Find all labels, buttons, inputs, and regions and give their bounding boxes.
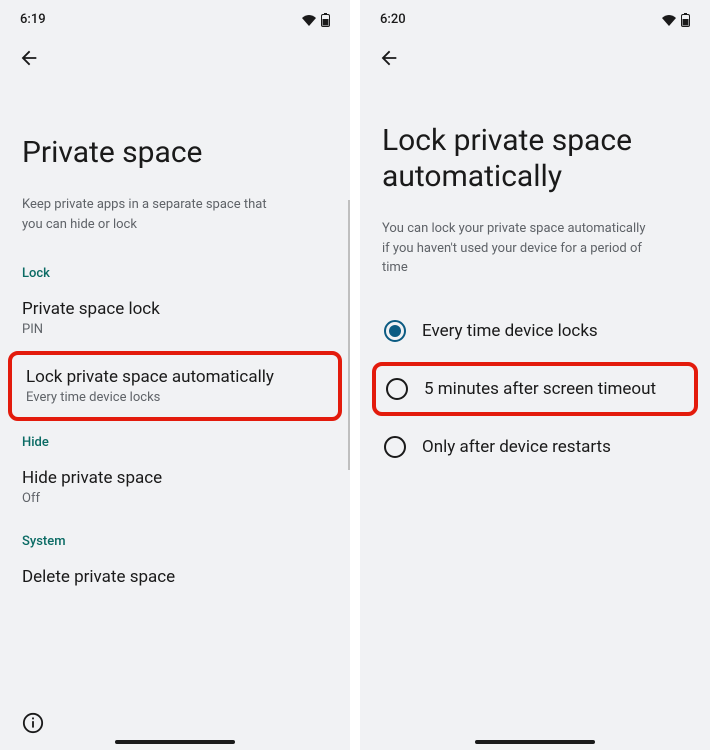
status-icons (301, 13, 330, 27)
section-header-system: System (0, 520, 350, 553)
setting-delete-private-space[interactable]: Delete private space (0, 553, 350, 601)
setting-hide-private-space[interactable]: Hide private space Off (0, 454, 350, 520)
radio-option-every-lock[interactable]: Every time device locks (372, 306, 698, 356)
setting-sub: PIN (22, 322, 328, 337)
phone-lock-automatically: 6:20 Lock private space automatically Yo… (360, 0, 710, 750)
radio-label: 5 minutes after screen timeout (424, 378, 656, 400)
scrollbar[interactable] (348, 200, 350, 470)
setting-title: Lock private space automatically (26, 367, 324, 387)
status-time: 6:19 (20, 12, 46, 27)
status-icons (661, 13, 690, 27)
radio-button-icon (386, 378, 408, 400)
back-button[interactable] (18, 47, 40, 75)
setting-sub: Off (22, 491, 328, 506)
radio-option-restart[interactable]: Only after device restarts (372, 422, 698, 472)
setting-title: Hide private space (22, 468, 328, 488)
section-header-hide: Hide (0, 421, 350, 454)
page-title: Lock private space automatically (360, 75, 710, 213)
setting-title: Delete private space (22, 567, 328, 587)
back-button[interactable] (378, 47, 400, 75)
page-description: Keep private apps in a separate space th… (0, 189, 310, 252)
battery-icon (681, 13, 690, 27)
radio-option-5-minutes[interactable]: 5 minutes after screen timeout (372, 362, 698, 416)
radio-label: Only after device restarts (422, 436, 611, 458)
phone-private-space: 6:19 Private space Keep private apps in … (0, 0, 350, 750)
nav-handle[interactable] (475, 740, 595, 744)
status-bar: 6:20 (360, 0, 710, 35)
wifi-icon (661, 14, 677, 26)
page-title: Private space (0, 75, 350, 189)
wifi-icon (301, 14, 317, 26)
setting-sub: Every time device locks (26, 390, 324, 405)
battery-icon (321, 13, 330, 27)
page-description: You can lock your private space automati… (360, 213, 670, 296)
radio-label: Every time device locks (422, 320, 598, 342)
section-header-lock: Lock (0, 252, 350, 285)
setting-title: Private space lock (22, 299, 328, 319)
setting-lock-automatically[interactable]: Lock private space automatically Every t… (8, 351, 342, 421)
info-icon[interactable] (22, 712, 44, 734)
radio-list: Every time device locks 5 minutes after … (360, 296, 710, 472)
setting-private-space-lock[interactable]: Private space lock PIN (0, 285, 350, 351)
status-bar: 6:19 (0, 0, 350, 35)
radio-button-icon (384, 320, 406, 342)
nav-handle[interactable] (115, 740, 235, 744)
radio-button-icon (384, 436, 406, 458)
status-time: 6:20 (380, 12, 406, 27)
